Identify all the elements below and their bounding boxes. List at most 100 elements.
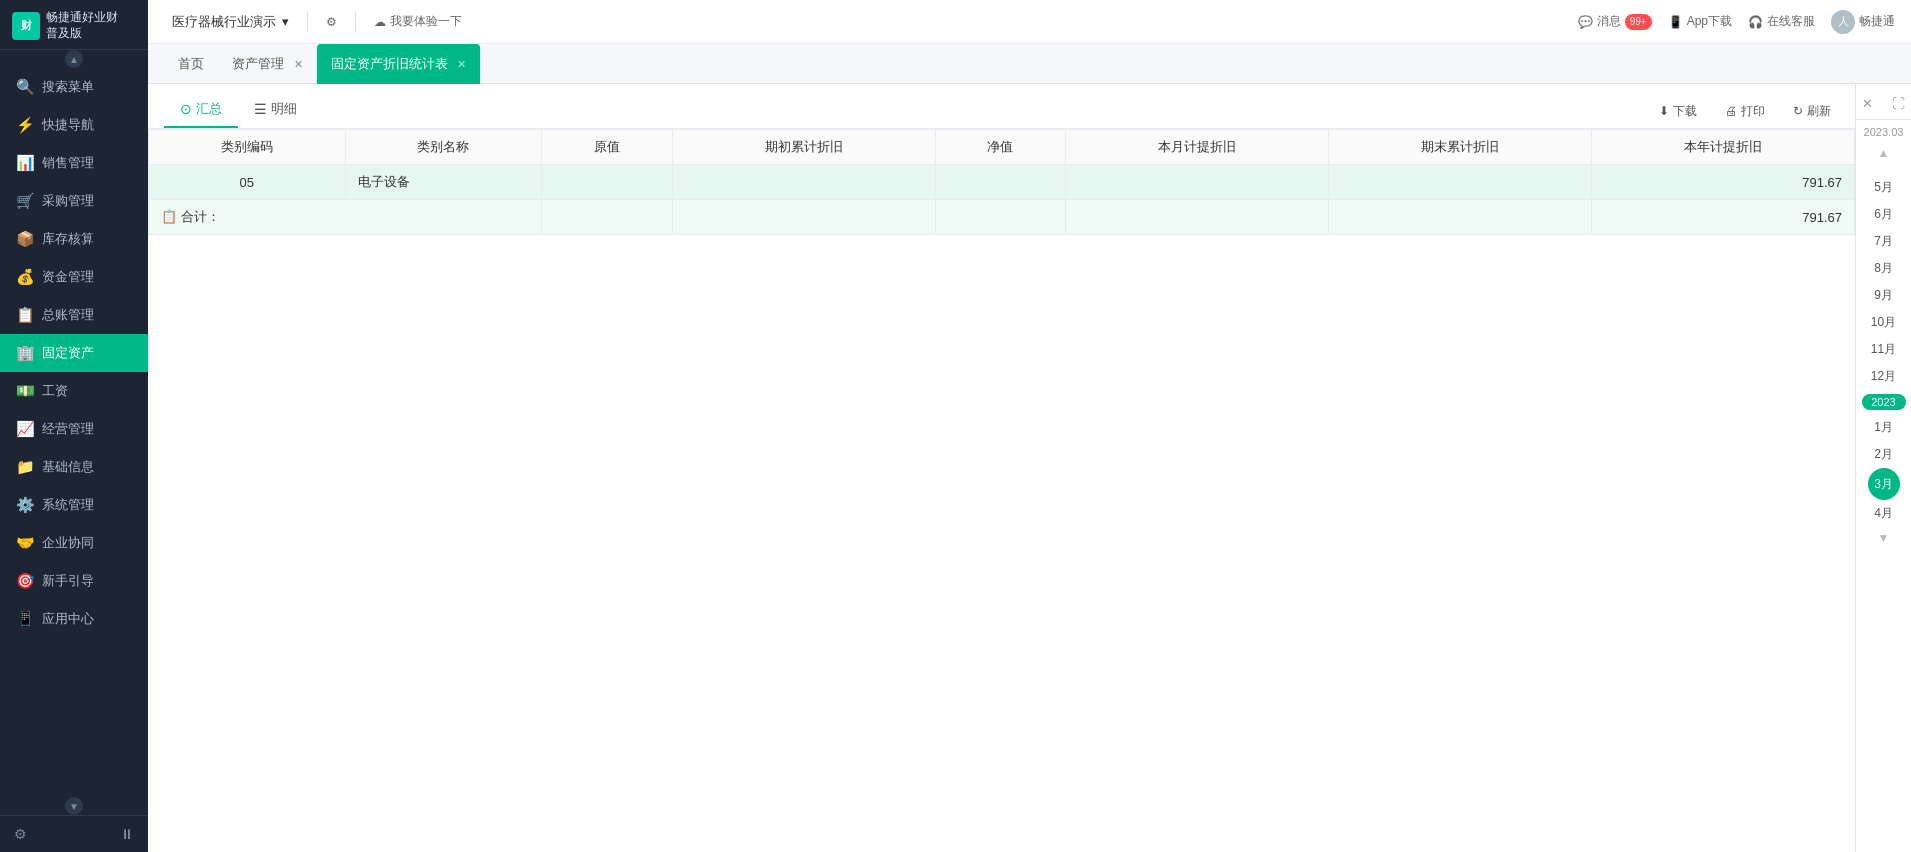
settings-icon[interactable]: ⚙	[14, 826, 27, 842]
month-item[interactable]: 1月	[1862, 414, 1906, 441]
cell-name: 电子设备	[345, 165, 542, 200]
scroll-down-arrow[interactable]: ▼	[1874, 527, 1894, 549]
fixed-assets-icon: 🏢	[16, 344, 34, 362]
tab-depreciation-label: 固定资产折旧统计表	[331, 56, 448, 71]
sub-tab-summary[interactable]: ⊙ 汇总	[164, 94, 238, 128]
basic-info-icon: 📁	[16, 458, 34, 476]
sidebar-footer: ⚙ ⏸	[0, 815, 148, 852]
collapse-icon[interactable]: ⏸	[120, 826, 134, 842]
refresh-label: 刷新	[1807, 103, 1831, 120]
summary-label: 汇总	[196, 100, 222, 118]
cell-net	[935, 165, 1065, 200]
cell-closing	[1328, 165, 1591, 200]
month-item[interactable]: 7月	[1862, 228, 1906, 255]
main-area: 医疗器械行业演示 ▾ ⚙ ☁ 我要体验一下 💬 消息 99+ 📱 App下载	[148, 0, 1911, 852]
total-opening	[672, 200, 935, 235]
tab-asset-mgmt-close[interactable]: ✕	[294, 58, 303, 70]
dropdown-icon: ▾	[282, 14, 289, 29]
print-icon: 🖨	[1725, 104, 1737, 118]
detail-icon: ☰	[254, 101, 267, 117]
sidebar-item-app-center[interactable]: 📱应用中心	[0, 600, 148, 638]
print-btn[interactable]: 🖨 打印	[1717, 99, 1773, 124]
settings-btn[interactable]: ⚙	[318, 11, 345, 33]
table-row[interactable]: 05 电子设备 791.67	[149, 165, 1855, 200]
month-list: 5月6月7月8月9月10月11月12月20231月2月3月4月	[1862, 164, 1906, 527]
download-icon: ⬇	[1659, 104, 1669, 118]
sidebar-label: 工资	[42, 382, 68, 400]
sidebar-item-system[interactable]: ⚙️ 系统管理	[0, 486, 148, 524]
cell-opening	[672, 165, 935, 200]
online-service-btn[interactable]: 🎧 在线客服	[1748, 13, 1815, 30]
online-service-label: 在线客服	[1767, 13, 1815, 30]
cell-original	[542, 165, 672, 200]
month-item[interactable]: 12月	[1862, 363, 1906, 390]
app-download-btn[interactable]: 📱 App下载	[1668, 13, 1732, 30]
panel-close-icon[interactable]: ✕	[1862, 96, 1873, 111]
scroll-down-btn[interactable]: ▼	[65, 797, 83, 815]
total-closing	[1328, 200, 1591, 235]
refresh-btn[interactable]: ↻ 刷新	[1785, 99, 1839, 124]
sidebar-item-basic-info[interactable]: 📁基础信息	[0, 448, 148, 486]
month-item[interactable]: 11月	[1862, 336, 1906, 363]
table-wrap: 类别编码 类别名称 原值 期初累计折旧 净值 本月计提折旧 期末累计折旧 本年计…	[148, 129, 1855, 235]
message-label: 消息	[1597, 13, 1621, 30]
sidebar-item-finance[interactable]: 💰资金管理	[0, 258, 148, 296]
operations-icon: 📈	[16, 420, 34, 438]
company-selector[interactable]: 医疗器械行业演示 ▾	[164, 9, 297, 35]
scroll-up-arrow[interactable]: ▲	[1874, 142, 1894, 164]
tab-home[interactable]: 首页	[164, 44, 218, 84]
sidebar-item-ledger[interactable]: 📋总账管理	[0, 296, 148, 334]
sidebar-item-payroll[interactable]: 💵工资	[0, 372, 148, 410]
experience-btn[interactable]: ☁ 我要体验一下	[366, 9, 470, 34]
sidebar-label: 总账管理	[42, 306, 94, 324]
sidebar-item-guide[interactable]: 🎯新手引导	[0, 562, 148, 600]
month-item[interactable]: 10月	[1862, 309, 1906, 336]
tab-depreciation-close[interactable]: ✕	[457, 58, 466, 70]
sidebar-item-operations[interactable]: 📈经营管理	[0, 410, 148, 448]
month-item[interactable]: 5月	[1862, 174, 1906, 201]
month-item[interactable]: 2月	[1862, 441, 1906, 468]
app-center-icon: 📱	[16, 610, 34, 628]
phone-icon: 📱	[1668, 15, 1683, 29]
month-item[interactable]: 9月	[1862, 282, 1906, 309]
topbar: 医疗器械行业演示 ▾ ⚙ ☁ 我要体验一下 💬 消息 99+ 📱 App下载	[148, 0, 1911, 44]
system-icon: ⚙️	[16, 496, 34, 514]
sidebar-label: 搜索菜单	[42, 78, 94, 96]
month-item[interactable]: 8月	[1862, 255, 1906, 282]
panel-expand-icon[interactable]: ⛶	[1892, 96, 1905, 111]
tab-depreciation-report[interactable]: 固定资产折旧统计表 ✕	[317, 44, 481, 84]
tab-home-label: 首页	[178, 56, 204, 71]
headset-icon: 🎧	[1748, 15, 1763, 29]
sidebar-item-quick-nav[interactable]: ⚡快捷导航	[0, 106, 148, 144]
col-annual-depreciation: 本年计提折旧	[1591, 130, 1854, 165]
message-icon: 💬	[1578, 15, 1593, 29]
sidebar-label: 系统管理	[42, 496, 94, 514]
sub-tab-detail[interactable]: ☰ 明细	[238, 94, 313, 128]
topbar-divider	[307, 12, 308, 32]
gear-small-icon: ⚙	[326, 15, 337, 29]
download-btn[interactable]: ⬇ 下载	[1651, 99, 1705, 124]
content-main: ⊙ 汇总 ☰ 明细 ⬇ 下载 🖨 打印	[148, 84, 1855, 852]
sidebar-item-purchase[interactable]: 🛒采购管理	[0, 182, 148, 220]
col-category-code: 类别编码	[149, 130, 346, 165]
col-net-value: 净值	[935, 130, 1065, 165]
month-item[interactable]: 3月	[1868, 468, 1900, 500]
sidebar-item-fixed-assets[interactable]: 🏢固定资产	[0, 334, 148, 372]
sidebar-item-inventory[interactable]: 📦库存核算	[0, 220, 148, 258]
sidebar-nav: 🔍搜索菜单⚡快捷导航📊销售管理🛒采购管理📦库存核算💰资金管理📋总账管理🏢固定资产…	[0, 68, 148, 797]
month-item[interactable]: 6月	[1862, 201, 1906, 228]
sidebar-item-enterprise[interactable]: 🤝企业协同	[0, 524, 148, 562]
user-menu[interactable]: 人 畅捷通	[1831, 10, 1895, 34]
month-item[interactable]: 4月	[1862, 500, 1906, 527]
avatar: 人	[1831, 10, 1855, 34]
sidebar-item-search[interactable]: 🔍搜索菜单	[0, 68, 148, 106]
tab-asset-mgmt[interactable]: 资产管理 ✕	[218, 44, 317, 84]
app-download-label: App下载	[1687, 13, 1732, 30]
toolbar: ⬇ 下载 🖨 打印 ↻ 刷新	[1651, 99, 1839, 124]
scroll-up-btn[interactable]: ▲	[65, 50, 83, 68]
message-btn[interactable]: 💬 消息 99+	[1578, 13, 1652, 30]
col-opening-accumulated: 期初累计折旧	[672, 130, 935, 165]
total-annual: 791.67	[1591, 200, 1854, 235]
sidebar-item-sales[interactable]: 📊销售管理	[0, 144, 148, 182]
col-monthly-depreciation: 本月计提折旧	[1065, 130, 1328, 165]
